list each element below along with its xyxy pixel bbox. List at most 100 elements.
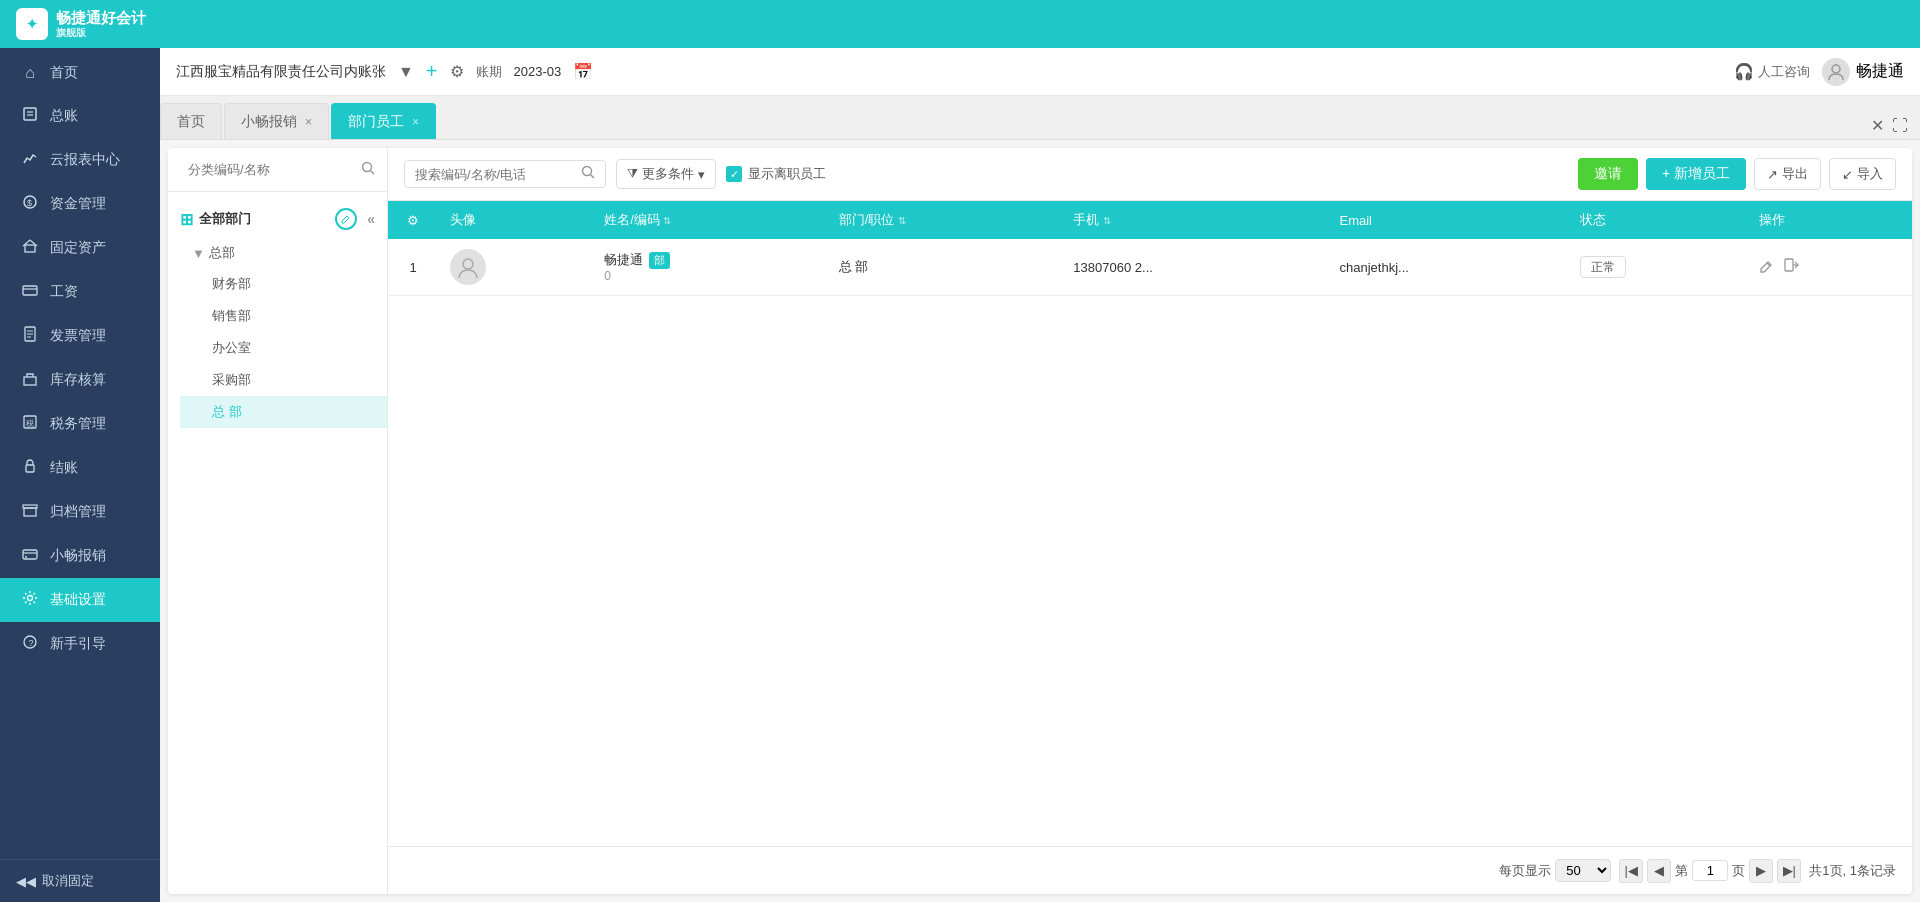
dept-item-purchase[interactable]: 采购部: [180, 364, 387, 396]
employee-panel: ⧩ 更多条件 ▾ ✓ 显示离职员工 邀请 + 新增员工: [388, 148, 1912, 894]
dept-panel: ⊞ 全部部门 « ▼ 总部 财务部: [168, 148, 388, 894]
page-input[interactable]: [1692, 860, 1728, 881]
name-sort-label: 姓名/编码: [604, 212, 660, 227]
total-info: 共1页, 1条记录: [1809, 862, 1896, 880]
dept-edit-button[interactable]: [335, 208, 357, 230]
dept-item-office[interactable]: 办公室: [180, 332, 387, 364]
employee-search-input[interactable]: [415, 167, 575, 182]
import-icon: ↙: [1842, 167, 1853, 182]
close-window-icon[interactable]: ✕: [1871, 116, 1884, 135]
next-page-button[interactable]: ▶: [1749, 859, 1773, 883]
search-icon[interactable]: [581, 165, 595, 183]
filter-button[interactable]: ⧩ 更多条件 ▾: [616, 159, 716, 189]
edit-button[interactable]: [1759, 257, 1775, 277]
sidebar-item-guide[interactable]: ? 新手引导: [0, 622, 160, 666]
row-dept-cell: 总 部: [827, 239, 1062, 296]
page-size-dropdown[interactable]: 50 10 20 100: [1555, 859, 1611, 882]
close-icon[interactable]: ×: [305, 115, 312, 129]
show-resigned-toggle[interactable]: ✓ 显示离职员工: [726, 165, 826, 183]
row-email-cell: chanjethkj...: [1327, 239, 1567, 296]
user-area[interactable]: 畅捷通: [1822, 58, 1904, 86]
collapse-arrow-icon: ▼: [192, 246, 205, 261]
period-label: 账期: [476, 63, 502, 81]
svg-line-26: [371, 170, 375, 174]
gear-icon[interactable]: ⚙: [450, 62, 464, 81]
closing-icon: [20, 458, 40, 478]
name-column-header[interactable]: 姓名/编码 ⇅: [592, 201, 827, 239]
home-icon: ⌂: [20, 64, 40, 82]
invite-button[interactable]: 邀请: [1578, 158, 1638, 190]
ledger-icon: [20, 106, 40, 126]
dept-group-header[interactable]: ▼ 总部: [180, 238, 387, 268]
sidebar-item-label: 总账: [50, 107, 78, 125]
tab-xiaochang[interactable]: 小畅报销 ×: [224, 103, 329, 139]
pin-icon: ◀◀: [16, 874, 36, 889]
sidebar-item-settings[interactable]: 基础设置: [0, 578, 160, 622]
dept-item-headquarters[interactable]: 总 部: [180, 396, 387, 428]
dept-item-finance[interactable]: 财务部: [180, 268, 387, 300]
table-body: 1 畅捷通 部: [388, 239, 1912, 296]
table-header: ⚙ 头像 姓名/编码 ⇅ 部门/职位 ⇅: [388, 201, 1912, 239]
resigned-checkbox[interactable]: ✓: [726, 166, 742, 182]
employee-name-container: 畅捷通 部: [604, 251, 815, 269]
sidebar-item-invoices[interactable]: 发票管理: [0, 314, 160, 358]
svg-rect-12: [24, 377, 36, 385]
sidebar-item-assets[interactable]: 固定资产: [0, 226, 160, 270]
sort-icon: ⇅: [898, 215, 906, 226]
first-page-button[interactable]: |◀: [1619, 859, 1643, 883]
sidebar-item-closing[interactable]: 结账: [0, 446, 160, 490]
add-employee-button[interactable]: + 新增员工: [1646, 158, 1746, 190]
dept-search-input[interactable]: [180, 158, 355, 181]
logout-button[interactable]: [1783, 257, 1799, 277]
funds-icon: $: [20, 194, 40, 214]
settings-column-header[interactable]: ⚙: [388, 201, 438, 239]
import-button[interactable]: ↙ 导入: [1829, 158, 1896, 190]
dept-item-sales[interactable]: 销售部: [180, 300, 387, 332]
search-icon[interactable]: [361, 161, 375, 179]
sidebar-item-reports[interactable]: 云报表中心: [0, 138, 160, 182]
prev-page-button[interactable]: ◀: [1647, 859, 1671, 883]
archive-icon: [20, 502, 40, 522]
phone-column-header[interactable]: 手机 ⇅: [1061, 201, 1327, 239]
sidebar-item-ledger[interactable]: 总账: [0, 94, 160, 138]
export-button[interactable]: ↗ 导出: [1754, 158, 1821, 190]
export-icon: ↗: [1767, 167, 1778, 182]
last-page-button[interactable]: ▶|: [1777, 859, 1801, 883]
main-layout: ⌂ 首页 总账 云报表中心 $ 资金管理 固定资产: [0, 48, 1920, 902]
tab-home[interactable]: 首页: [160, 103, 222, 139]
svg-text:$: $: [27, 198, 32, 208]
dept-search-area: [168, 148, 387, 192]
show-resigned-label: 显示离职员工: [748, 165, 826, 183]
logo-icon: ✦: [16, 8, 48, 40]
svg-point-20: [25, 556, 27, 558]
sidebar-item-inventory[interactable]: 库存核算: [0, 358, 160, 402]
sidebar-item-label: 工资: [50, 283, 78, 301]
all-departments[interactable]: ⊞ 全部部门 «: [168, 200, 387, 238]
close-icon[interactable]: ×: [412, 115, 419, 129]
status-badge: 正常: [1580, 256, 1626, 278]
add-company-icon[interactable]: +: [426, 60, 438, 83]
dept-column-header[interactable]: 部门/职位 ⇅: [827, 201, 1062, 239]
employee-data-table: ⚙ 头像 姓名/编码 ⇅ 部门/职位 ⇅: [388, 201, 1912, 296]
row-status-cell: 正常: [1568, 239, 1748, 296]
expand-window-icon[interactable]: ⛶: [1892, 117, 1908, 135]
sidebar-item-salary[interactable]: 工资: [0, 270, 160, 314]
dropdown-icon[interactable]: ▼: [398, 63, 414, 81]
sidebar-item-label: 新手引导: [50, 635, 106, 653]
sidebar-item-label: 结账: [50, 459, 78, 477]
sidebar-item-tax[interactable]: 税 税务管理: [0, 402, 160, 446]
sidebar-item-funds[interactable]: $ 资金管理: [0, 182, 160, 226]
sidebar-item-archive[interactable]: 归档管理: [0, 490, 160, 534]
support-button[interactable]: 🎧 人工咨询: [1734, 62, 1810, 81]
svg-line-28: [591, 175, 595, 179]
sidebar-item-xiaochang[interactable]: 小畅报销: [0, 534, 160, 578]
collapse-icon[interactable]: «: [367, 211, 375, 227]
dept-sort-label: 部门/职位: [839, 212, 895, 227]
cancel-fixed-btn[interactable]: ◀◀ 取消固定: [0, 859, 160, 902]
tab-department[interactable]: 部门员工 ×: [331, 103, 436, 139]
tab-label: 首页: [177, 113, 205, 131]
calendar-icon[interactable]: 📅: [573, 62, 593, 81]
sidebar-item-home[interactable]: ⌂ 首页: [0, 52, 160, 94]
toolbar-right: 邀请 + 新增员工 ↗ 导出 ↙ 导入: [1578, 158, 1896, 190]
page-nav: |◀ ◀ 第 页 ▶ ▶|: [1619, 859, 1801, 883]
